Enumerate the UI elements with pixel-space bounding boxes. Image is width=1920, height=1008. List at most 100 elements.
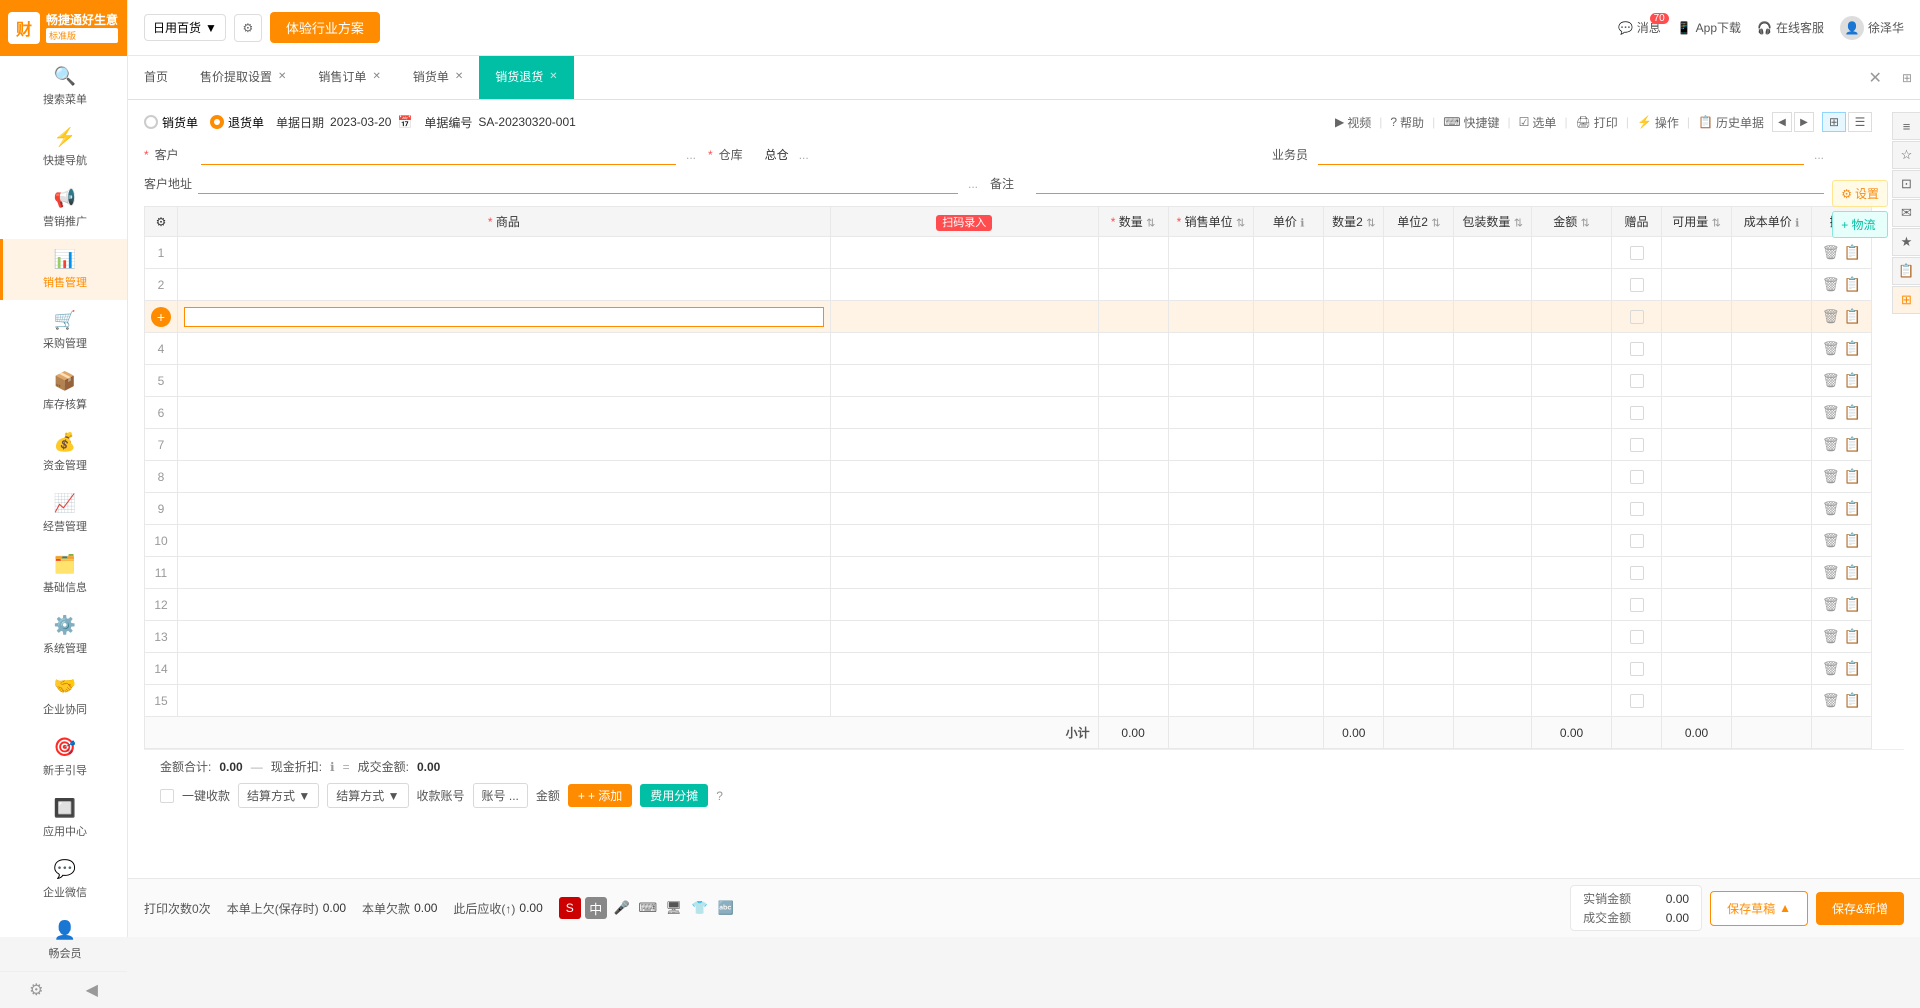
amount-sort-icon[interactable]: ⇅: [1581, 217, 1590, 229]
qty-sort-icon[interactable]: ⇅: [1146, 217, 1155, 229]
copy-row-icon[interactable]: 📋: [1844, 468, 1861, 485]
delete-row-icon[interactable]: 🗑: [1822, 404, 1840, 421]
copy-row-icon[interactable]: 📋: [1844, 628, 1861, 645]
address-picker-icon[interactable]: ...: [968, 177, 978, 191]
gift-checkbox[interactable]: [1630, 598, 1644, 612]
scan-button[interactable]: 扫码录入: [936, 215, 992, 231]
translate-icon[interactable]: 🔤: [715, 897, 737, 919]
online-support-button[interactable]: 🎧 在线客服: [1757, 19, 1824, 36]
copy-row-icon[interactable]: 📋: [1844, 596, 1861, 613]
prev-arrow[interactable]: ◀: [1772, 112, 1792, 132]
sidebar-item-app[interactable]: 🔲 应用中心: [0, 788, 127, 849]
sidebar-item-guide[interactable]: 🎯 新手引导: [0, 727, 127, 788]
tab-return[interactable]: 销货退货 ✕: [479, 56, 573, 99]
copy-row-icon[interactable]: 📋: [1844, 340, 1861, 357]
row-product-cell[interactable]: [178, 365, 831, 397]
row-product-cell[interactable]: [178, 557, 831, 589]
th-scan[interactable]: 扫码录入: [830, 207, 1098, 237]
delete-row-icon[interactable]: 🗑: [1822, 628, 1840, 645]
sidebar-item-purchase[interactable]: 🛒 采购管理: [0, 300, 127, 361]
settings-button[interactable]: ⚙ 设置: [1832, 180, 1888, 207]
operate-link[interactable]: ⚡ 操作: [1637, 114, 1679, 131]
sidebar-collapse-button[interactable]: ◀: [86, 980, 98, 1000]
delete-row-icon[interactable]: 🗑: [1822, 340, 1840, 357]
s-icon-1[interactable]: S: [559, 897, 581, 919]
gift-checkbox[interactable]: [1630, 406, 1644, 420]
float-btn-5[interactable]: ★: [1892, 228, 1920, 256]
expand-tabs-button[interactable]: ⊞: [1894, 71, 1920, 85]
copy-row-icon[interactable]: 📋: [1844, 660, 1861, 677]
s-icon-3[interactable]: ⌨: [637, 897, 659, 919]
logistics-button[interactable]: + 物流: [1832, 211, 1888, 238]
staff-picker-icon[interactable]: ...: [1814, 148, 1824, 162]
unit2-sort-icon[interactable]: ⇅: [1431, 217, 1440, 229]
row-product-cell[interactable]: [178, 333, 831, 365]
sidebar-item-sales[interactable]: 📊 销售管理: [0, 239, 127, 300]
avail-sort-icon[interactable]: ⇅: [1712, 217, 1721, 229]
float-btn-orange[interactable]: ⊞: [1892, 286, 1920, 314]
delete-row-icon[interactable]: 🗑: [1822, 244, 1840, 261]
gift-checkbox[interactable]: [1630, 694, 1644, 708]
settle-method-selector[interactable]: 结算方式 ▼: [238, 783, 319, 808]
delete-row-icon[interactable]: 🗑: [1822, 532, 1840, 549]
address-input[interactable]: [198, 173, 958, 194]
sidebar-settings-button[interactable]: ⚙: [29, 980, 43, 1000]
th-gear[interactable]: ⚙: [145, 207, 178, 237]
add-payment-button[interactable]: + + 添加: [568, 784, 632, 807]
row-product-cell[interactable]: [178, 525, 831, 557]
price-info-icon[interactable]: ℹ: [1300, 217, 1304, 229]
delete-row-icon[interactable]: 🗑: [1822, 372, 1840, 389]
gift-checkbox[interactable]: [1630, 246, 1644, 260]
gift-checkbox[interactable]: [1630, 534, 1644, 548]
sidebar-item-inventory[interactable]: 📦 库存核算: [0, 361, 127, 422]
copy-row-icon[interactable]: 📋: [1844, 308, 1861, 325]
float-btn-1[interactable]: ≡: [1892, 112, 1920, 140]
sidebar-item-wechat[interactable]: 💬 企业微信: [0, 849, 127, 910]
radio-delivery[interactable]: 销货单: [144, 114, 198, 131]
radio-return[interactable]: 退货单: [210, 114, 264, 131]
gift-checkbox[interactable]: [1630, 502, 1644, 516]
save-new-button[interactable]: 保存&新增: [1816, 892, 1904, 925]
row-product-cell[interactable]: [178, 621, 831, 653]
copy-row-icon[interactable]: 📋: [1844, 276, 1861, 293]
tab-sales-order[interactable]: 销售订单 ✕: [302, 56, 396, 99]
float-btn-2[interactable]: ☆: [1892, 141, 1920, 169]
video-link[interactable]: ▶ 视频: [1335, 114, 1371, 131]
copy-row-icon[interactable]: 📋: [1844, 244, 1861, 261]
app-download-button[interactable]: 📱 App下载: [1677, 19, 1741, 36]
gift-checkbox[interactable]: [1630, 374, 1644, 388]
staff-input[interactable]: [1318, 144, 1804, 165]
experience-button[interactable]: 体验行业方案: [270, 12, 380, 43]
sidebar-item-basic[interactable]: 🗂️ 基础信息: [0, 544, 127, 605]
tab-close-sales-order[interactable]: ✕: [372, 71, 380, 82]
message-button[interactable]: 💬 消息 70: [1618, 19, 1660, 36]
product-input[interactable]: [184, 307, 824, 327]
row-product-cell[interactable]: [178, 429, 831, 461]
gift-checkbox[interactable]: [1630, 342, 1644, 356]
sidebar-item-operation[interactable]: 📈 经营管理: [0, 483, 127, 544]
gift-checkbox[interactable]: [1630, 470, 1644, 484]
calendar-icon[interactable]: 📅: [397, 115, 412, 129]
float-btn-4[interactable]: ✉: [1892, 199, 1920, 227]
sidebar-item-finance[interactable]: 💰 资金管理: [0, 422, 127, 483]
copy-row-icon[interactable]: 📋: [1844, 532, 1861, 549]
gift-checkbox[interactable]: [1630, 438, 1644, 452]
tab-close-return[interactable]: ✕: [549, 71, 557, 82]
gift-checkbox[interactable]: [1630, 630, 1644, 644]
next-arrow[interactable]: ▶: [1794, 112, 1814, 132]
industry-selector[interactable]: 日用百货 ▼: [144, 14, 226, 41]
row-product-cell[interactable]: [178, 685, 831, 717]
tshirt-icon[interactable]: 👕: [689, 897, 711, 919]
unit-sort-icon[interactable]: ⇅: [1236, 217, 1245, 229]
s-icon-2[interactable]: 中: [585, 897, 607, 919]
monitor-icon[interactable]: 🖥: [663, 897, 685, 919]
grid-view-toggle[interactable]: ⊞: [1822, 112, 1846, 132]
cash-discount-info-icon[interactable]: ℹ: [330, 760, 335, 774]
gift-checkbox[interactable]: [1630, 662, 1644, 676]
history-link[interactable]: 📋 历史单据: [1698, 114, 1764, 131]
copy-row-icon[interactable]: 📋: [1844, 500, 1861, 517]
save-draft-button[interactable]: 保存草稿 ▲: [1710, 891, 1808, 926]
cost-info-icon[interactable]: ℹ: [1795, 217, 1799, 229]
row-product-cell[interactable]: [178, 269, 831, 301]
gift-checkbox[interactable]: [1630, 278, 1644, 292]
